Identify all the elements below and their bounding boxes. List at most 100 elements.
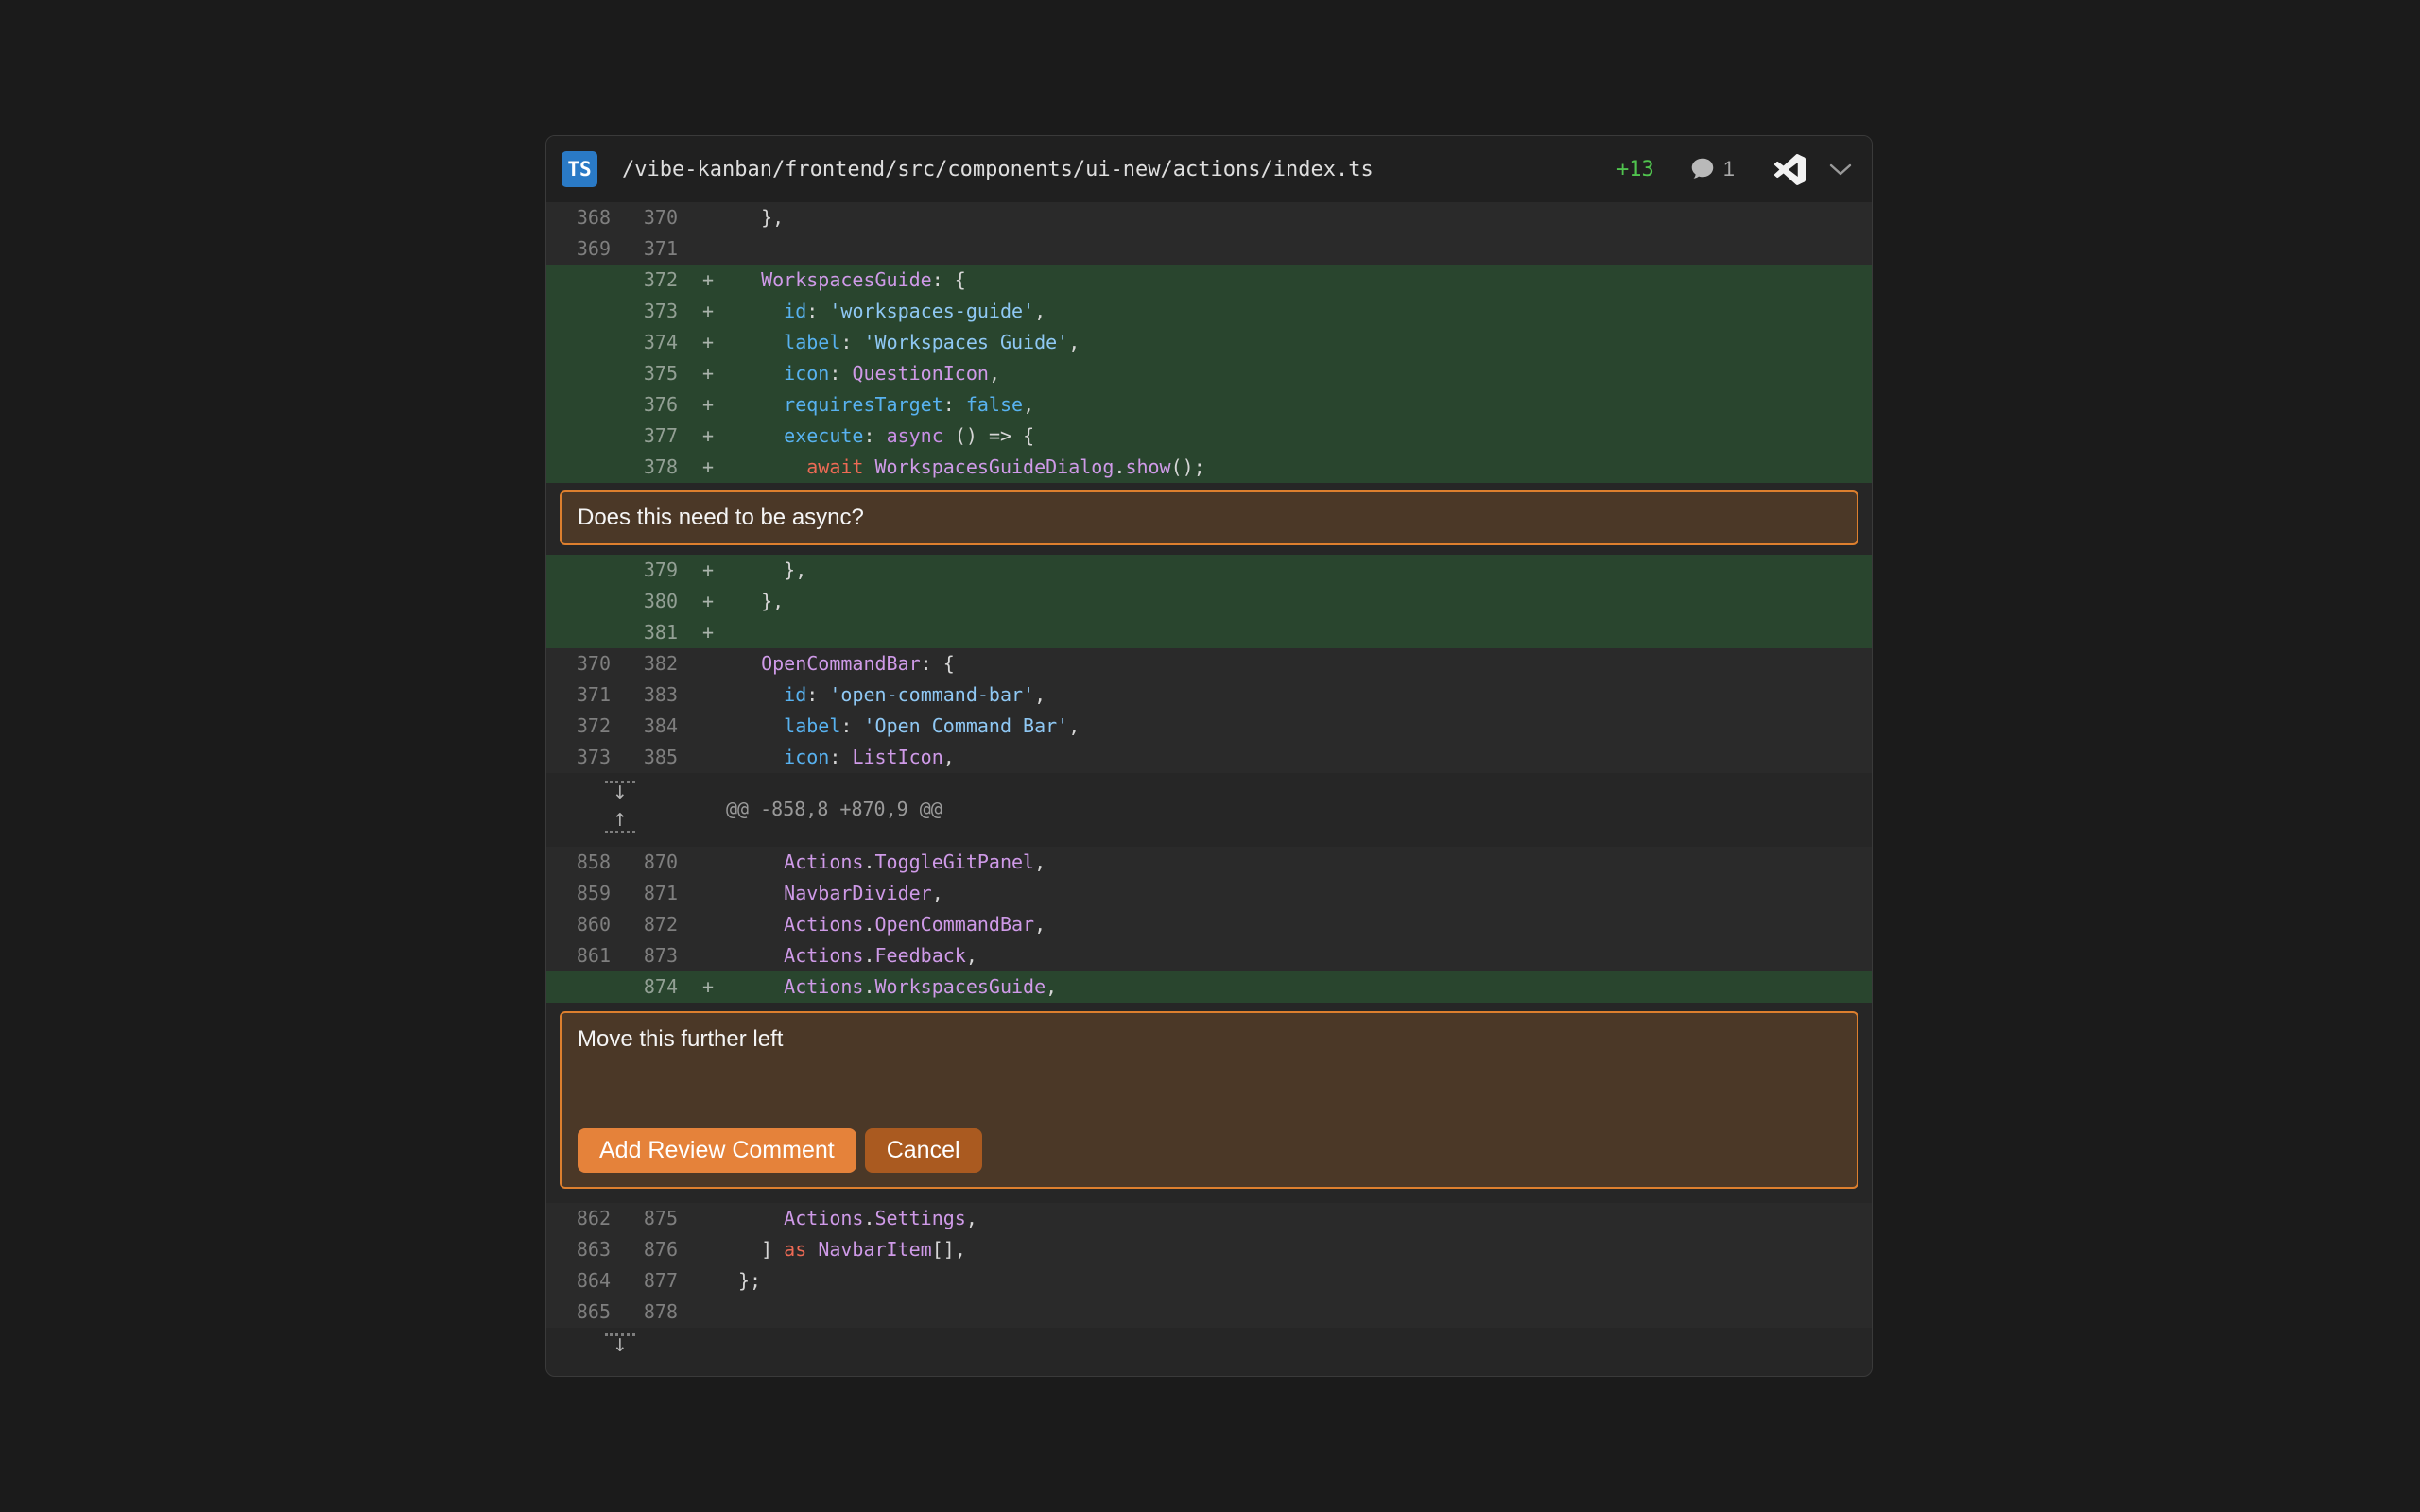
diff-marker (678, 1234, 738, 1265)
old-line-number: 860 (576, 913, 611, 936)
diff-row[interactable]: 863 876 ] as NavbarItem[], (546, 1234, 1872, 1265)
arrow-down-icon: ↓ (613, 1335, 628, 1356)
diff-row[interactable]: 375 + icon: QuestionIcon, (546, 358, 1872, 389)
new-line-number: 380 (643, 590, 678, 612)
diff-rows: 368 370 }, 369 371 372 + WorkspacesGuide: {37… (546, 202, 1872, 1369)
code-token: label (784, 331, 841, 353)
code-token: requiresTarget (784, 393, 943, 416)
old-line-number: 369 (576, 237, 611, 260)
additions-count: +13 (1616, 157, 1654, 181)
code-token: , (1068, 714, 1080, 737)
diff-row[interactable]: 865 878 (546, 1297, 1872, 1328)
expand-down-button[interactable]: ↓ (604, 779, 636, 802)
diff-row[interactable]: 861 873 Actions.Feedback, (546, 940, 1872, 971)
code-line: requiresTarget: false, (738, 389, 1872, 421)
diff-row[interactable]: 380 + }, (546, 586, 1872, 617)
diff-row[interactable]: 372 + WorkspacesGuide: { (546, 265, 1872, 296)
code-token: , (965, 1207, 977, 1229)
diff-row[interactable]: 370 382 OpenCommandBar: { (546, 648, 1872, 679)
diff-row[interactable]: 858 870 Actions.ToggleGitPanel, (546, 847, 1872, 878)
code-token: id (784, 300, 807, 322)
header-actions: +13 1 (1616, 153, 1853, 185)
code-token: : (829, 362, 853, 385)
code-line: icon: ListIcon, (738, 742, 1872, 773)
code-token: NavbarItem (818, 1238, 932, 1261)
diff-row[interactable]: 862 875 Actions.Settings, (546, 1203, 1872, 1234)
collapse-file-button[interactable] (1828, 162, 1853, 177)
code-token: QuestionIcon (852, 362, 989, 385)
diff-row[interactable]: 874 + Actions.WorkspacesGuide, (546, 971, 1872, 1003)
old-line-number (546, 421, 611, 452)
file-path: /vibe-kanban/frontend/src/components/ui-… (622, 157, 1374, 181)
diff-row[interactable]: 376 + requiresTarget: false, (546, 389, 1872, 421)
review-comment[interactable]: Does this need to be async? (560, 490, 1858, 545)
diff-panel: TS /vibe-kanban/frontend/src/components/… (545, 135, 1873, 1377)
comment-input[interactable]: Move this further left (578, 1026, 1816, 1111)
code-token: ToggleGitPanel (874, 850, 1035, 873)
code-token: WorkspacesGuideDialog (874, 455, 1115, 478)
diff-row[interactable]: 369 371 (546, 233, 1872, 265)
diff-row[interactable]: 368 370 }, (546, 202, 1872, 233)
code-token: , (1023, 393, 1035, 416)
diff-marker (678, 878, 738, 909)
code-token: WorkspacesGuide (874, 975, 1046, 998)
diff-row[interactable]: 374 + label: 'Workspaces Guide', (546, 327, 1872, 358)
diff-marker (678, 679, 738, 711)
code-token: 'Open Command Bar' (863, 714, 1069, 737)
code-token: , (1034, 850, 1046, 873)
code-line: }, (738, 555, 1872, 586)
diff-row[interactable]: 377 + execute: async () => { (546, 421, 1872, 452)
diff-marker: + (701, 362, 715, 385)
add-review-comment-button[interactable]: Add Review Comment (578, 1128, 856, 1173)
diff-marker (678, 940, 738, 971)
diff-row[interactable]: 371 383 id: 'open-command-bar', (546, 679, 1872, 711)
code-line: icon: QuestionIcon, (738, 358, 1872, 389)
code-token: Actions (784, 975, 864, 998)
old-line-number: 864 (576, 1269, 611, 1292)
code-token: , (1046, 975, 1058, 998)
diff-marker (678, 1265, 738, 1297)
comment-count-value: 1 (1722, 157, 1735, 180)
code-token: show (1125, 455, 1171, 478)
expand-down-button[interactable]: ↓ (604, 1332, 636, 1356)
code-token: Actions (784, 913, 864, 936)
code-token: : (840, 714, 864, 737)
code-token: : (942, 393, 966, 416)
diff-row[interactable]: 859 871 NavbarDivider, (546, 878, 1872, 909)
code-token: }, (738, 590, 785, 612)
new-line-number: 874 (643, 975, 678, 998)
code-token: Actions (784, 1207, 864, 1229)
diff-row[interactable]: 379 + }, (546, 555, 1872, 586)
diff-row[interactable]: 373 + id: 'workspaces-guide', (546, 296, 1872, 327)
diff-row[interactable]: 381 + (546, 617, 1872, 648)
diff-row[interactable]: 860 872 Actions.OpenCommandBar, (546, 909, 1872, 940)
new-line-number: 872 (643, 913, 678, 936)
open-in-vscode-button[interactable] (1774, 153, 1806, 185)
diff-row[interactable]: 372 384 label: 'Open Command Bar', (546, 711, 1872, 742)
code-token: false (965, 393, 1024, 416)
diff-row[interactable]: 864 877}; (546, 1265, 1872, 1297)
diff-marker (678, 742, 738, 773)
code-token: . (863, 1207, 875, 1229)
old-line-number (546, 586, 611, 617)
code-token: . (1114, 455, 1126, 478)
diff-marker: + (701, 393, 715, 416)
expand-up-button[interactable]: ↑ (604, 812, 636, 835)
diff-marker (678, 711, 738, 742)
cancel-button[interactable]: Cancel (864, 1128, 982, 1173)
comment-editor-wrap: Move this further left Add Review Comment… (546, 1003, 1872, 1203)
diff-row[interactable]: 373 385 icon: ListIcon, (546, 742, 1872, 773)
new-line-number: 375 (643, 362, 678, 385)
diff-row[interactable]: 378 + await WorkspacesGuideDialog.show(); (546, 452, 1872, 483)
review-comment-wrap: Does this need to be async? (546, 483, 1872, 555)
